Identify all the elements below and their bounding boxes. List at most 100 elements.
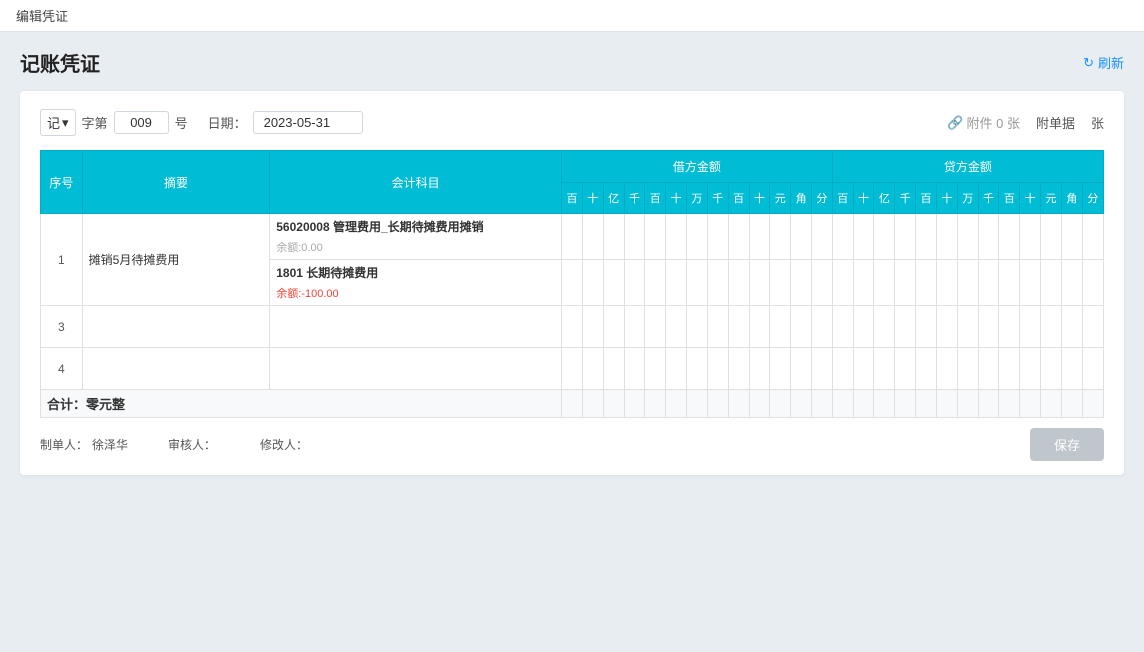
voucher-card: 记 ▾ 字第 号 日期： 🔗 附件 0 张 附单据 张 xyxy=(20,91,1124,475)
c2-c13[interactable] xyxy=(1082,260,1103,306)
c1-c13[interactable] xyxy=(1082,214,1103,260)
attachment-link[interactable]: 🔗 附件 0 张 xyxy=(947,113,1020,132)
row-num-1: 1 xyxy=(41,214,83,306)
debit-digit-4: 千 xyxy=(624,183,645,214)
d2-c9[interactable] xyxy=(728,260,749,306)
header-account: 会计科目 xyxy=(270,151,562,214)
c1-c1[interactable] xyxy=(832,214,853,260)
c2-c10[interactable] xyxy=(1020,260,1041,306)
d2-c12[interactable] xyxy=(791,260,812,306)
d1-c3[interactable] xyxy=(603,214,624,260)
c2-c2[interactable] xyxy=(853,260,874,306)
summary-1[interactable]: 摊销5月待摊费用 xyxy=(82,214,270,306)
debit-digit-6: 十 xyxy=(666,183,687,214)
c1-c11[interactable] xyxy=(1041,214,1062,260)
voucher-number-input[interactable] xyxy=(114,111,169,134)
c1-c4[interactable] xyxy=(895,214,916,260)
zi-label: 字第 xyxy=(82,113,108,132)
header-debit: 借方金额 xyxy=(562,151,833,183)
d2-c6[interactable] xyxy=(666,260,687,306)
d2-c10[interactable] xyxy=(749,260,770,306)
voucher-type-select[interactable]: 记 ▾ xyxy=(40,109,76,136)
c2-c1[interactable] xyxy=(832,260,853,306)
table-wrapper: 序号 摘要 会计科目 借方金额 贷方金额 百 十 亿 千 百 十 万 xyxy=(40,150,1104,418)
d1-c7[interactable] xyxy=(687,214,708,260)
debit-digit-5: 百 xyxy=(645,183,666,214)
zhang-label: 张 xyxy=(1091,113,1104,132)
credit-digit-2: 十 xyxy=(853,183,874,214)
debit-digit-10: 十 xyxy=(749,183,770,214)
credit-digit-9: 百 xyxy=(999,183,1020,214)
d1-c6[interactable] xyxy=(666,214,687,260)
creator-label: 制单人： xyxy=(40,436,88,453)
total-label: 合计：零元整 xyxy=(41,390,562,418)
d1-c2[interactable] xyxy=(582,214,603,260)
title-bar: 编辑凭证 xyxy=(0,0,1144,32)
d2-c7[interactable] xyxy=(687,260,708,306)
c2-c7[interactable] xyxy=(957,260,978,306)
account-2[interactable]: 1801 长期待摊费用 余额:-100.00 xyxy=(270,260,562,306)
d1-c12[interactable] xyxy=(791,214,812,260)
footer-row: 制单人： 徐泽华 审核人： 修改人： 保存 xyxy=(40,428,1104,461)
d2-c11[interactable] xyxy=(770,260,791,306)
d1-c5[interactable] xyxy=(645,214,666,260)
c2-c5[interactable] xyxy=(916,260,937,306)
refresh-button[interactable]: ↻ 刷新 xyxy=(1083,53,1124,72)
c1-c8[interactable] xyxy=(978,214,999,260)
d2-c13[interactable] xyxy=(811,260,832,306)
d2-c5[interactable] xyxy=(645,260,666,306)
paperclip-icon: 🔗 xyxy=(947,115,963,131)
account-1[interactable]: 56020008 管理费用_长期待摊费用摊销 余额:0.00 xyxy=(270,214,562,260)
credit-digit-12: 角 xyxy=(1061,183,1082,214)
table-row: 4 xyxy=(41,348,1104,390)
reviewer-label: 审核人： xyxy=(168,436,216,453)
d2-c4[interactable] xyxy=(624,260,645,306)
c2-c6[interactable] xyxy=(936,260,957,306)
d2-c1[interactable] xyxy=(562,260,583,306)
d2-c8[interactable] xyxy=(707,260,728,306)
summary-3[interactable] xyxy=(82,306,270,348)
c1-c10[interactable] xyxy=(1020,214,1041,260)
page-header: 记账凭证 ↻ 刷新 xyxy=(20,48,1124,77)
form-row: 记 ▾ 字第 号 日期： 🔗 附件 0 张 附单据 张 xyxy=(40,109,1104,136)
d1-c13[interactable] xyxy=(811,214,832,260)
c1-c3[interactable] xyxy=(874,214,895,260)
c2-c9[interactable] xyxy=(999,260,1020,306)
dropdown-icon: ▾ xyxy=(62,115,69,131)
debit-digit-13: 分 xyxy=(811,183,832,214)
d2-c3[interactable] xyxy=(603,260,624,306)
account-4[interactable] xyxy=(270,348,562,390)
save-button[interactable]: 保存 xyxy=(1030,428,1104,461)
page-title: 记账凭证 xyxy=(20,48,100,77)
header-summary: 摘要 xyxy=(82,151,270,214)
d1-c4[interactable] xyxy=(624,214,645,260)
row-num-3: 3 xyxy=(41,306,83,348)
d1-c1[interactable] xyxy=(562,214,583,260)
c2-c12[interactable] xyxy=(1061,260,1082,306)
credit-digit-8: 千 xyxy=(978,183,999,214)
c1-c5[interactable] xyxy=(916,214,937,260)
account-3[interactable] xyxy=(270,306,562,348)
c1-c9[interactable] xyxy=(999,214,1020,260)
d1-c11[interactable] xyxy=(770,214,791,260)
c1-c2[interactable] xyxy=(853,214,874,260)
d2-c2[interactable] xyxy=(582,260,603,306)
c1-c7[interactable] xyxy=(957,214,978,260)
creator-value: 徐泽华 xyxy=(92,436,128,453)
d1-c9[interactable] xyxy=(728,214,749,260)
c1-c6[interactable] xyxy=(936,214,957,260)
c1-c12[interactable] xyxy=(1061,214,1082,260)
summary-4[interactable] xyxy=(82,348,270,390)
d1-c10[interactable] xyxy=(749,214,770,260)
debit-digit-8: 千 xyxy=(707,183,728,214)
c2-c11[interactable] xyxy=(1041,260,1062,306)
title-bar-label: 编辑凭证 xyxy=(16,6,68,25)
date-input[interactable] xyxy=(253,111,363,134)
refresh-icon: ↻ xyxy=(1083,55,1094,71)
c2-c8[interactable] xyxy=(978,260,999,306)
c2-c3[interactable] xyxy=(874,260,895,306)
d1-c8[interactable] xyxy=(707,214,728,260)
attachment-area: 🔗 附件 0 张 附单据 张 xyxy=(947,113,1104,132)
c2-c4[interactable] xyxy=(895,260,916,306)
account-code-2: 1801 长期待摊费用 xyxy=(276,264,555,281)
